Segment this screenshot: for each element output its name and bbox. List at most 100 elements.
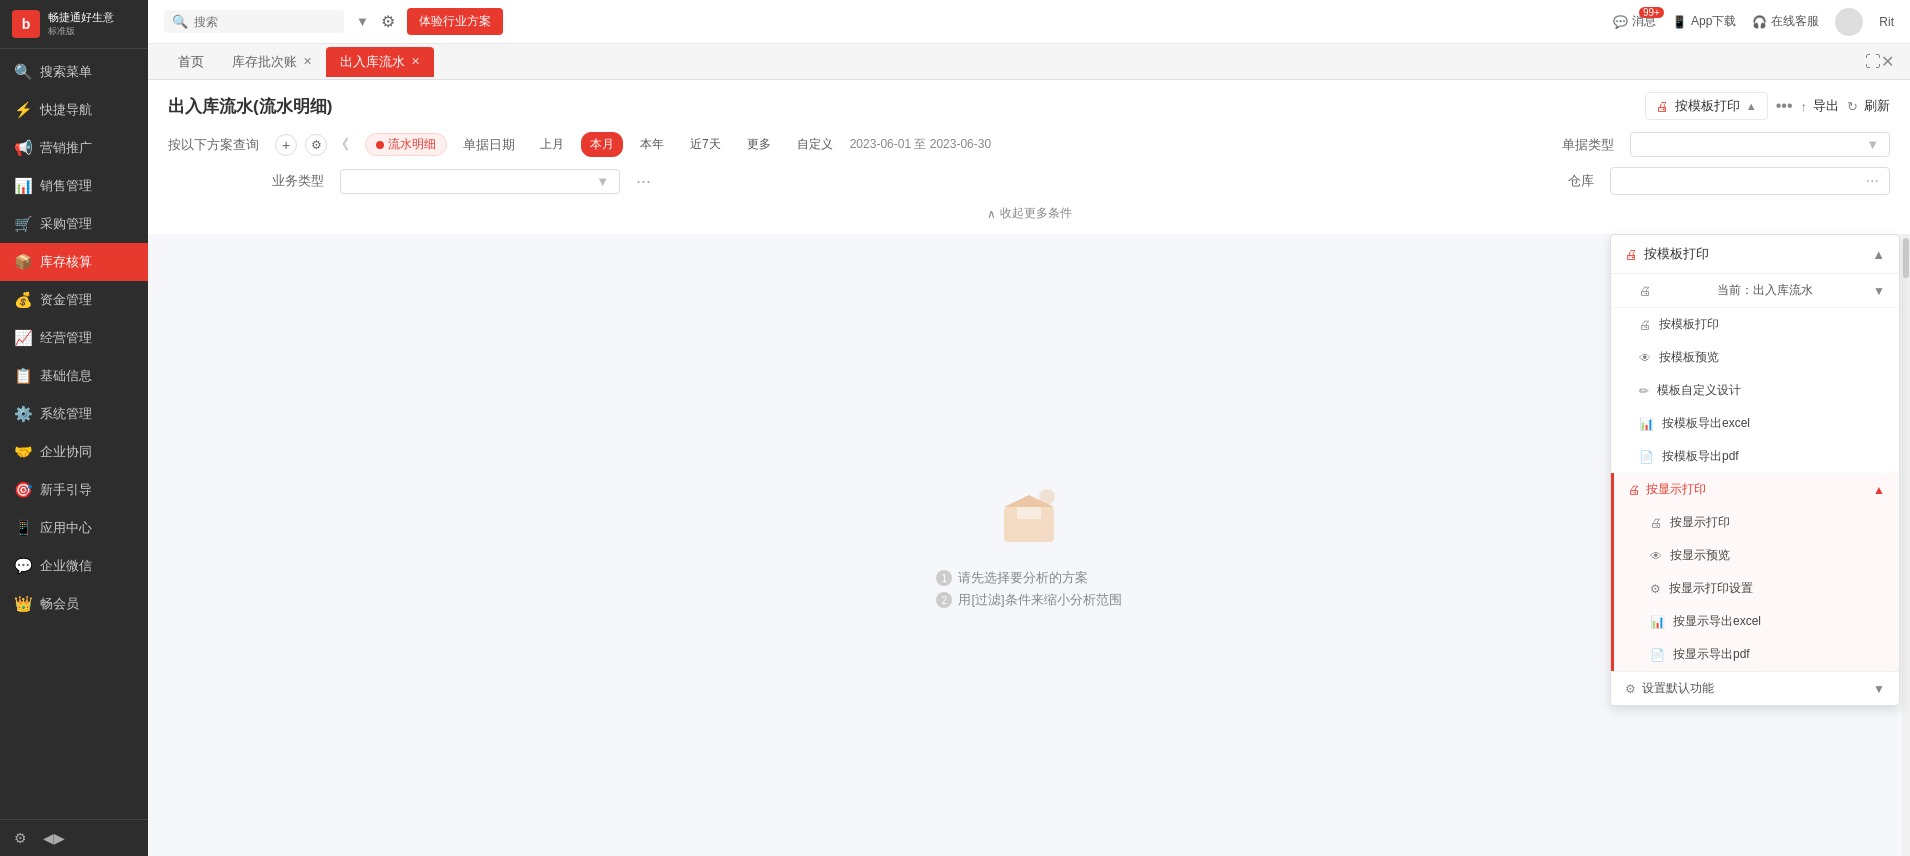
crown-icon: 👑: [14, 595, 32, 613]
dropdown-current-item[interactable]: 🖨 当前：出入库流水 ▼: [1611, 274, 1899, 308]
cart-icon: 🛒: [14, 215, 32, 233]
chevron-up-icon: ▲: [1746, 100, 1757, 112]
date-btn-last-month[interactable]: 上月: [531, 132, 573, 157]
warehouse-label: 仓库: [1568, 172, 1594, 190]
print-template-dropdown[interactable]: 🖨 按模板打印 ▲: [1645, 92, 1768, 120]
gear-icon: ⚙️: [14, 405, 32, 423]
online-service-btn[interactable]: 🎧 在线客服: [1752, 13, 1819, 30]
dropdown-template-excel[interactable]: 📊 按模板导出excel: [1611, 407, 1899, 440]
tip-text-2: 用[过滤]条件来缩小分析范围: [958, 591, 1121, 609]
sidebar: b 畅捷通好生意 标准版 🔍 搜索菜单 ⚡ 快捷导航 📢 营销推广 📊 销售管理…: [0, 0, 148, 856]
doc-type-label: 单据类型: [1562, 136, 1614, 154]
trial-btn[interactable]: 体验行业方案: [407, 8, 503, 35]
collapse-btn[interactable]: ∧ 收起更多条件: [168, 205, 1890, 222]
dropdown-template-custom[interactable]: ✏ 模板自定义设计: [1611, 374, 1899, 407]
date-btn-7days[interactable]: 近7天: [681, 132, 730, 157]
app-download-btn[interactable]: 📱 App下载: [1672, 13, 1736, 30]
sidebar-item-member[interactable]: 👑 畅会员: [0, 585, 148, 623]
biz-type-more-btn[interactable]: ···: [636, 171, 651, 192]
box-icon: 📦: [14, 253, 32, 271]
sidebar-item-finance[interactable]: 💰 资金管理: [0, 281, 148, 319]
dropdown-footer[interactable]: ⚙ 设置默认功能 ▼: [1611, 671, 1899, 705]
dropdown-collapse-arrow[interactable]: ▲: [1872, 247, 1885, 262]
sidebar-nav: 🔍 搜索菜单 ⚡ 快捷导航 📢 营销推广 📊 销售管理 🛒 采购管理 📦 库存核…: [0, 49, 148, 819]
sidebar-item-newguide[interactable]: 🎯 新手引导: [0, 471, 148, 509]
message-btn[interactable]: 💬 消息 99+: [1613, 13, 1656, 30]
right-scrollbar[interactable]: [1902, 234, 1910, 856]
sidebar-item-wechat[interactable]: 💬 企业微信: [0, 547, 148, 585]
topbar-dropdown-arrow[interactable]: ▼: [356, 14, 369, 29]
sidebar-item-appcenter[interactable]: 📱 应用中心: [0, 509, 148, 547]
filter-settings-btn[interactable]: ⚙: [305, 134, 327, 156]
dropdown-display-print[interactable]: 🖨 按显示打印: [1614, 506, 1899, 539]
doc-type-select[interactable]: ▼: [1630, 132, 1890, 157]
tab-flow[interactable]: 出入库流水 ✕: [326, 47, 434, 77]
tab-batch-close[interactable]: ✕: [303, 55, 312, 68]
preview-item-icon: 👁: [1639, 351, 1651, 365]
page-header: 出入库流水(流水明细) 🖨 按模板打印 ▲ ••• ↑ 导出 ↻ 刷新: [148, 80, 1910, 120]
refresh-btn[interactable]: ↻ 刷新: [1847, 97, 1890, 115]
filter-row-1: 按以下方案查询 + ⚙ 《 流水明细 单据日期 上月 本月 本年 近7天 更多 …: [168, 132, 1890, 157]
sidebar-settings-btn[interactable]: ⚙: [14, 830, 27, 846]
tab-home[interactable]: 首页: [164, 47, 218, 77]
display-pdf-icon: 📄: [1650, 648, 1665, 662]
dropdown-display-pdf[interactable]: 📄 按显示导出pdf: [1614, 638, 1899, 671]
restore-btn[interactable]: ✕: [1881, 52, 1894, 71]
dropdown-display-settings[interactable]: ⚙ 按显示打印设置: [1614, 572, 1899, 605]
search-input[interactable]: [194, 15, 314, 29]
print-template-label: 按模板打印: [1675, 97, 1740, 115]
warehouse-select[interactable]: ···: [1610, 167, 1890, 195]
sidebar-item-label: 采购管理: [40, 215, 92, 233]
export-btn[interactable]: ↑ 导出: [1801, 97, 1840, 115]
display-excel-icon: 📊: [1650, 615, 1665, 629]
date-filter: 上月 本月 本年 近7天 更多 自定义 2023-06-01 至 2023-06…: [531, 132, 1546, 157]
design-item-icon: ✏: [1639, 384, 1649, 398]
filter-add-btn[interactable]: +: [275, 134, 297, 156]
maximize-btn[interactable]: ⛶: [1865, 53, 1881, 71]
biz-type-select[interactable]: ▼: [340, 169, 620, 194]
dropdown-template-preview[interactable]: 👁 按模板预览: [1611, 341, 1899, 374]
topbar-gear-icon[interactable]: ⚙: [381, 12, 395, 31]
tab-flow-close[interactable]: ✕: [411, 55, 420, 68]
dropdown-display-header[interactable]: 🖨 按显示打印 ▲: [1614, 473, 1899, 506]
date-btn-custom[interactable]: 自定义: [788, 132, 842, 157]
phone-download-icon: 📱: [1672, 15, 1687, 29]
sidebar-item-quicknav[interactable]: ⚡ 快捷导航: [0, 91, 148, 129]
sidebar-collapse-btn[interactable]: ◀▶: [43, 830, 65, 846]
app-logo-icon: b: [12, 10, 40, 38]
sidebar-item-search[interactable]: 🔍 搜索菜单: [0, 53, 148, 91]
sidebar-item-label: 经营管理: [40, 329, 92, 347]
more-btn[interactable]: •••: [1776, 97, 1793, 115]
dropdown-template-print[interactable]: 🖨 按模板打印: [1611, 308, 1899, 341]
topbar-search-box[interactable]: 🔍: [164, 10, 344, 33]
date-btn-this-year[interactable]: 本年: [631, 132, 673, 157]
sidebar-item-label: 系统管理: [40, 405, 92, 423]
sidebar-item-purchase[interactable]: 🛒 采购管理: [0, 205, 148, 243]
chart-icon: 📊: [14, 177, 32, 195]
display-section-arrow: ▲: [1873, 483, 1885, 497]
filter-row-2: 业务类型 ▼ ··· 仓库 ···: [168, 167, 1890, 195]
dropdown-display-excel[interactable]: 📊 按显示导出excel: [1614, 605, 1899, 638]
filter-collapse-arrows[interactable]: 《: [335, 136, 349, 154]
user-avatar[interactable]: [1835, 8, 1863, 36]
sidebar-item-operation[interactable]: 📈 经营管理: [0, 319, 148, 357]
sidebar-item-sales[interactable]: 📊 销售管理: [0, 167, 148, 205]
trending-icon: 📈: [14, 329, 32, 347]
tip-text-1: 请先选择要分析的方案: [958, 569, 1088, 587]
dropdown-template-pdf[interactable]: 📄 按模板导出pdf: [1611, 440, 1899, 473]
phone-icon: 📱: [14, 519, 32, 537]
filter-tag[interactable]: 流水明细: [365, 133, 447, 156]
content-area: 查询 设置 1 请先选择要分析的方案 2 用[过滤]条件来缩小分析范围: [148, 234, 1910, 856]
tab-batch[interactable]: 库存批次账 ✕: [218, 47, 326, 77]
sidebar-item-system[interactable]: ⚙️ 系统管理: [0, 395, 148, 433]
sidebar-item-collab[interactable]: 🤝 企业协同: [0, 433, 148, 471]
sidebar-item-inventory[interactable]: 📦 库存核算: [0, 243, 148, 281]
dropdown-display-section: 🖨 按显示打印 ▲ 🖨 按显示打印 👁 按显示预览 ⚙ 按显示打印设置: [1611, 473, 1899, 671]
search-icon: 🔍: [14, 63, 32, 81]
sidebar-item-basic[interactable]: 📋 基础信息: [0, 357, 148, 395]
message-badge: 99+: [1639, 7, 1664, 18]
dropdown-display-preview[interactable]: 👁 按显示预览: [1614, 539, 1899, 572]
sidebar-item-marketing[interactable]: 📢 营销推广: [0, 129, 148, 167]
date-btn-more[interactable]: 更多: [738, 132, 780, 157]
date-btn-this-month[interactable]: 本月: [581, 132, 623, 157]
